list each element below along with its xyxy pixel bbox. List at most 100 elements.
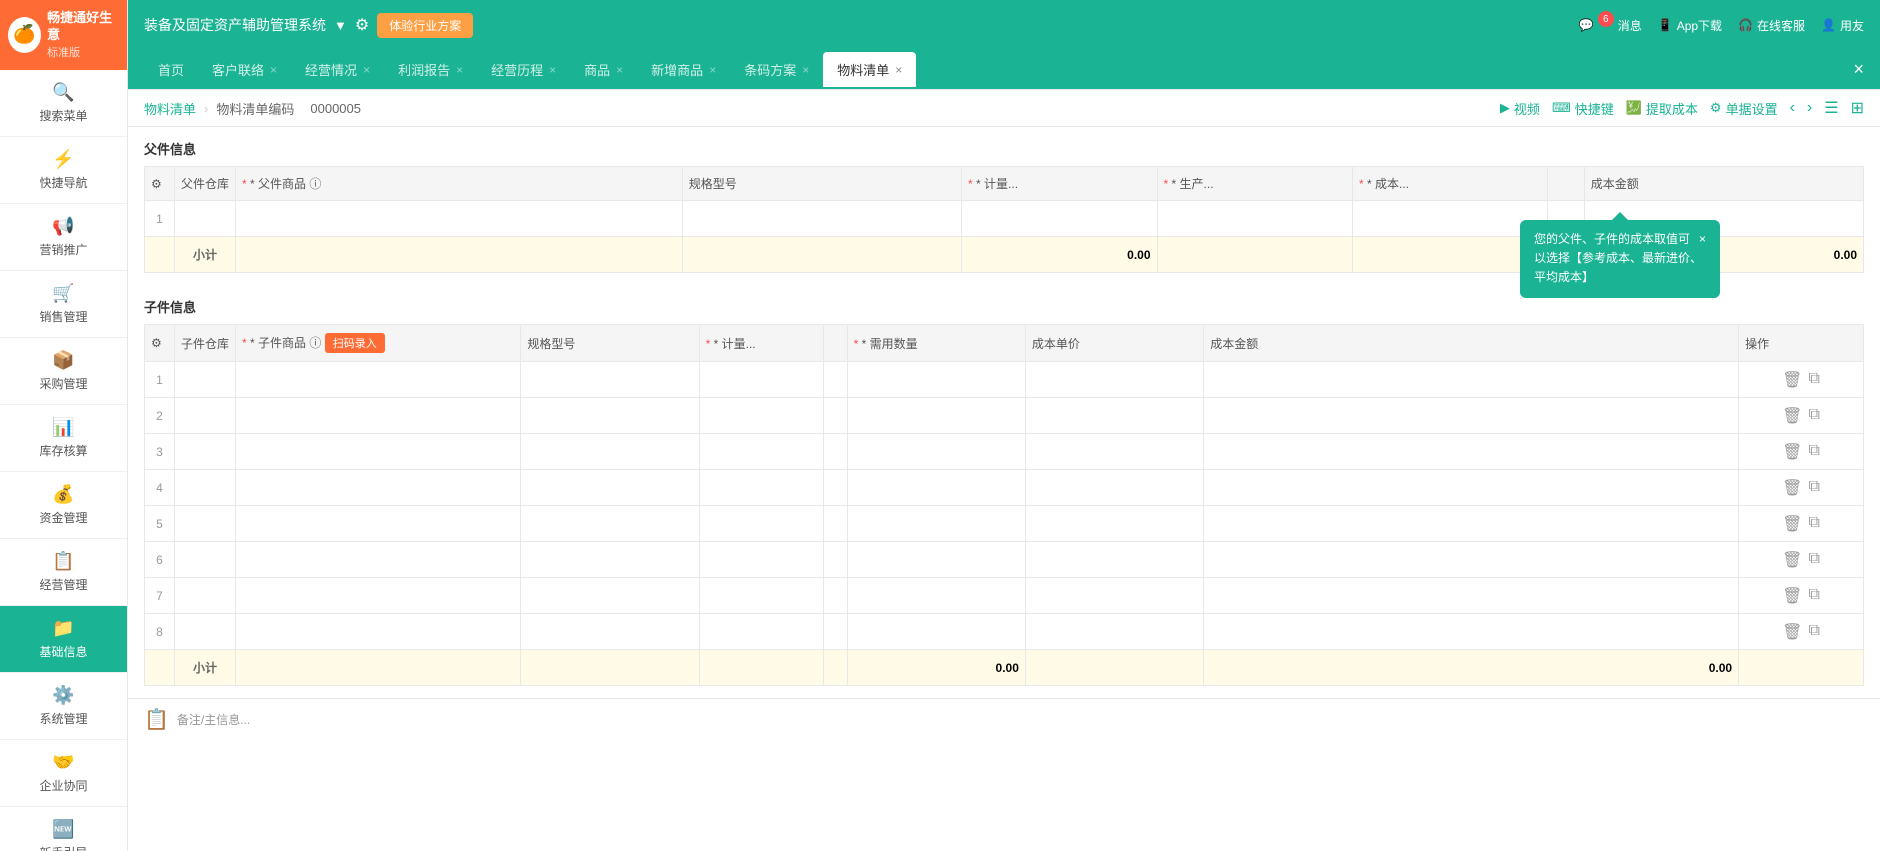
- parent-row-1-warehouse[interactable]: [175, 201, 236, 237]
- child-row-2-spec[interactable]: [521, 398, 699, 434]
- tab-goods-close[interactable]: ×: [616, 63, 623, 77]
- delete-icon-4[interactable]: 🗑: [1782, 478, 1802, 498]
- delete-icon-7[interactable]: 🗑: [1782, 586, 1802, 606]
- child-row-2-product[interactable]: [236, 398, 521, 434]
- delete-icon-3[interactable]: 🗑: [1782, 442, 1802, 462]
- child-row-2-warehouse[interactable]: [175, 398, 236, 434]
- tab-customers[interactable]: 客户联络 ×: [198, 52, 291, 87]
- scan-button[interactable]: 扫码录入: [325, 333, 385, 353]
- child-row-3-spec[interactable]: [521, 434, 699, 470]
- tab-operation[interactable]: 经营情况 ×: [291, 52, 384, 87]
- tab-history-close[interactable]: ×: [549, 63, 556, 77]
- child-row-6-quantity[interactable]: [847, 542, 1025, 578]
- child-row-1-unit[interactable]: [699, 362, 824, 398]
- tab-operation-close[interactable]: ×: [363, 63, 370, 77]
- sidebar-item-search[interactable]: 🔍 搜索菜单: [0, 70, 127, 137]
- child-row-1-spec[interactable]: [521, 362, 699, 398]
- child-row-7-quantity[interactable]: [847, 578, 1025, 614]
- sidebar-item-marketing[interactable]: 📢 营销推广: [0, 204, 127, 271]
- sidebar-item-enterprise[interactable]: 🤝 企业协同: [0, 740, 127, 807]
- child-row-8-quantity[interactable]: [847, 614, 1025, 650]
- child-row-3-warehouse[interactable]: [175, 434, 236, 470]
- child-row-5-quantity[interactable]: [847, 506, 1025, 542]
- nav-next[interactable]: ›: [1807, 99, 1812, 117]
- tab-barcode-close[interactable]: ×: [802, 63, 809, 77]
- parent-row-1-spec[interactable]: [682, 201, 961, 237]
- sidebar-item-finance[interactable]: 💰 资金管理: [0, 472, 127, 539]
- sidebar-item-sales[interactable]: 🛒 销售管理: [0, 271, 127, 338]
- delete-icon-2[interactable]: 🗑: [1782, 406, 1802, 426]
- child-row-1-warehouse[interactable]: [175, 362, 236, 398]
- child-row-1-quantity[interactable]: [847, 362, 1025, 398]
- tooltip-close[interactable]: ×: [1699, 230, 1706, 249]
- settings-icon[interactable]: ⚙: [355, 15, 369, 35]
- copy-icon-7[interactable]: ⧉: [1808, 586, 1819, 606]
- child-row-6-unit[interactable]: [699, 542, 824, 578]
- child-row-6-product[interactable]: [236, 542, 521, 578]
- tab-goods[interactable]: 商品 ×: [570, 52, 637, 87]
- action-cost[interactable]: 💹 提取成本: [1626, 99, 1698, 118]
- child-row-5-unit-cost[interactable]: [1025, 506, 1203, 542]
- online-service-item[interactable]: 🎧 在线客服: [1738, 17, 1805, 34]
- child-row-7-unit-cost[interactable]: [1025, 578, 1203, 614]
- child-row-6-warehouse[interactable]: [175, 542, 236, 578]
- grid-view[interactable]: ☰: [1824, 98, 1838, 118]
- child-row-4-unit-cost[interactable]: [1025, 470, 1203, 506]
- child-row-5-product[interactable]: [236, 506, 521, 542]
- action-settings[interactable]: ⚙ 单据设置: [1710, 99, 1778, 118]
- trial-button[interactable]: 体验行业方案: [377, 13, 473, 38]
- copy-icon-4[interactable]: ⧉: [1808, 478, 1819, 498]
- sidebar-item-purchase[interactable]: 📦 采购管理: [0, 338, 127, 405]
- sidebar-item-inventory[interactable]: 📊 库存核算: [0, 405, 127, 472]
- child-row-7-product[interactable]: [236, 578, 521, 614]
- sidebar-item-quicknav[interactable]: ⚡ 快捷导航: [0, 137, 127, 204]
- child-row-7-spec[interactable]: [521, 578, 699, 614]
- child-row-6-spec[interactable]: [521, 542, 699, 578]
- child-row-5-warehouse[interactable]: [175, 506, 236, 542]
- bottom-icon[interactable]: 📋: [144, 707, 169, 732]
- child-row-4-product[interactable]: [236, 470, 521, 506]
- tab-profit[interactable]: 利润报告 ×: [384, 52, 477, 87]
- copy-icon-8[interactable]: ⧉: [1808, 622, 1819, 642]
- child-row-5-unit[interactable]: [699, 506, 824, 542]
- nav-prev[interactable]: ‹: [1790, 99, 1795, 117]
- list-view[interactable]: ⊞: [1851, 98, 1864, 118]
- copy-icon-3[interactable]: ⧉: [1808, 442, 1819, 462]
- action-shortcut[interactable]: ⌨ 快捷键: [1552, 99, 1614, 118]
- child-row-2-unit[interactable]: [699, 398, 824, 434]
- tab-customers-close[interactable]: ×: [270, 63, 277, 77]
- breadcrumb-bom[interactable]: 物料清单: [144, 99, 196, 118]
- delete-icon-1[interactable]: 🗑: [1782, 370, 1802, 390]
- tab-addgoods-close[interactable]: ×: [709, 63, 716, 77]
- child-row-1-product[interactable]: [236, 362, 521, 398]
- parent-col-settings[interactable]: ⚙: [145, 167, 175, 201]
- child-row-4-warehouse[interactable]: [175, 470, 236, 506]
- copy-icon-5[interactable]: ⧉: [1808, 514, 1819, 534]
- parent-row-1-product[interactable]: [236, 201, 683, 237]
- tab-bom[interactable]: 物料清单 ×: [823, 52, 916, 87]
- child-row-4-quantity[interactable]: [847, 470, 1025, 506]
- tab-bom-close[interactable]: ×: [895, 63, 902, 77]
- tab-addgoods[interactable]: 新增商品 ×: [637, 52, 730, 87]
- child-row-2-quantity[interactable]: [847, 398, 1025, 434]
- child-row-3-quantity[interactable]: [847, 434, 1025, 470]
- child-row-8-warehouse[interactable]: [175, 614, 236, 650]
- copy-icon-6[interactable]: ⧉: [1808, 550, 1819, 570]
- tab-home[interactable]: 首页: [144, 52, 198, 87]
- tab-history[interactable]: 经营历程 ×: [477, 52, 570, 87]
- message-item[interactable]: 💬 6 消息: [1579, 17, 1642, 34]
- child-row-8-unit[interactable]: [699, 614, 824, 650]
- dropdown-icon[interactable]: ▼: [334, 18, 347, 33]
- delete-icon-8[interactable]: 🗑: [1782, 622, 1802, 642]
- sidebar-item-guide[interactable]: 🆕 新手引导: [0, 807, 127, 851]
- child-row-8-spec[interactable]: [521, 614, 699, 650]
- child-row-1-unit-cost[interactable]: [1025, 362, 1203, 398]
- child-row-4-spec[interactable]: [521, 470, 699, 506]
- child-row-2-unit-cost[interactable]: [1025, 398, 1203, 434]
- close-all-tabs[interactable]: ×: [1853, 59, 1864, 80]
- parent-row-1-cost[interactable]: [1352, 201, 1547, 237]
- child-row-7-unit[interactable]: [699, 578, 824, 614]
- tab-profit-close[interactable]: ×: [456, 63, 463, 77]
- app-download-item[interactable]: 📱 App下载: [1658, 17, 1722, 34]
- child-row-3-unit-cost[interactable]: [1025, 434, 1203, 470]
